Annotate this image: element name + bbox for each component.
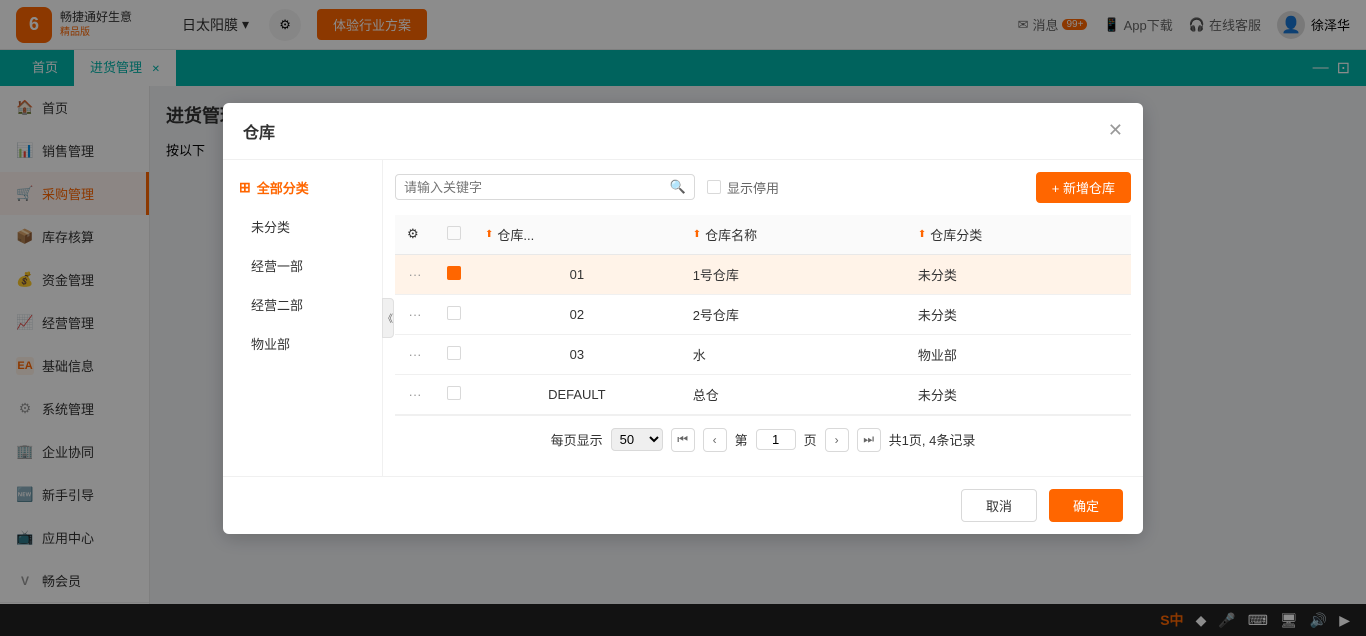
first-page-button[interactable]: ⏮: [671, 428, 695, 452]
row-category-cell: 未分类: [906, 294, 1131, 334]
cancel-button[interactable]: 取消: [961, 489, 1037, 522]
page-input[interactable]: [756, 429, 796, 450]
show-disabled-checkbox[interactable]: [707, 180, 721, 194]
search-input[interactable]: [404, 180, 670, 195]
table-panel: 🔍 显示停用 + 新增仓库 ⚙: [383, 160, 1143, 476]
table-row[interactable]: ··· 02 2号仓库 未分类: [395, 294, 1131, 334]
modal-title: 仓库: [243, 119, 275, 143]
row-name-cell: 总仓: [681, 374, 906, 414]
warehouse-table: ⚙ ⬆ 仓库...: [395, 215, 1131, 415]
table-row[interactable]: ··· DEFAULT 总仓 未分类: [395, 374, 1131, 414]
row-code-cell: DEFAULT: [473, 374, 681, 414]
warehouse-modal: 仓库 ✕ ⊞ 全部分类 未分类 经营一部 经营二部: [223, 103, 1143, 534]
row-actions-cell: ···: [395, 254, 435, 294]
col-code-header[interactable]: ⬆ 仓库...: [473, 215, 681, 255]
category-dept2[interactable]: 经营二部: [223, 285, 382, 324]
per-page-select[interactable]: 50 20 100: [611, 428, 663, 451]
add-warehouse-button[interactable]: + 新增仓库: [1036, 172, 1131, 203]
search-icon[interactable]: 🔍: [670, 179, 686, 195]
row-actions-cell: ···: [395, 334, 435, 374]
col-category-header[interactable]: ⬆ 仓库分类: [906, 215, 1131, 255]
category-dept1[interactable]: 经营一部: [223, 246, 382, 285]
row-name-cell: 1号仓库: [681, 254, 906, 294]
row-action-icon[interactable]: ···: [409, 347, 422, 362]
prev-page-button[interactable]: ‹: [703, 428, 727, 452]
confirm-button[interactable]: 确定: [1049, 489, 1123, 522]
category-collapse-button[interactable]: 《: [382, 298, 394, 338]
row-code-cell: 02: [473, 294, 681, 334]
row-checkbox[interactable]: [447, 346, 461, 360]
category-all[interactable]: ⊞ 全部分类: [223, 168, 382, 207]
category-panel: ⊞ 全部分类 未分类 经营一部 经营二部 物业部 《: [223, 160, 383, 476]
row-category-cell: 物业部: [906, 334, 1131, 374]
row-action-icon[interactable]: ···: [409, 387, 422, 402]
col-gear-header: ⚙: [395, 215, 435, 255]
row-checkbox[interactable]: [447, 266, 461, 280]
per-page-select-wrapper: 50 20 100: [611, 428, 663, 451]
grid-icon: ⊞: [239, 179, 251, 196]
row-action-icon[interactable]: ···: [409, 307, 422, 322]
row-category-cell: 未分类: [906, 254, 1131, 294]
row-checkbox-cell: [435, 294, 473, 334]
sort-cat-icon: ⬆: [918, 229, 926, 240]
search-box: 🔍: [395, 174, 695, 200]
row-category-cell: 未分类: [906, 374, 1131, 414]
gear-header-icon[interactable]: ⚙: [407, 226, 419, 241]
table-header-row: ⚙ ⬆ 仓库...: [395, 215, 1131, 255]
row-name-cell: 水: [681, 334, 906, 374]
col-name-header[interactable]: ⬆ 仓库名称: [681, 215, 906, 255]
table-toolbar: 🔍 显示停用 + 新增仓库: [395, 172, 1131, 203]
row-checkbox[interactable]: [447, 306, 461, 320]
modal-body: ⊞ 全部分类 未分类 经营一部 经营二部 物业部 《: [223, 160, 1143, 476]
row-checkbox-cell: [435, 334, 473, 374]
sort-icon: ⬆: [485, 229, 493, 240]
row-code-cell: 01: [473, 254, 681, 294]
modal-header: 仓库 ✕: [223, 103, 1143, 160]
row-checkbox-cell: [435, 374, 473, 414]
row-actions-cell: ···: [395, 294, 435, 334]
category-property[interactable]: 物业部: [223, 324, 382, 363]
row-code-cell: 03: [473, 334, 681, 374]
row-checkbox-cell: [435, 254, 473, 294]
modal-close-button[interactable]: ✕: [1108, 120, 1123, 141]
col-checkbox-header: [435, 215, 473, 255]
row-name-cell: 2号仓库: [681, 294, 906, 334]
last-page-button[interactable]: ⏭: [857, 428, 881, 452]
table-row[interactable]: ··· 01 1号仓库 未分类: [395, 254, 1131, 294]
next-page-button[interactable]: ›: [825, 428, 849, 452]
category-unclassified[interactable]: 未分类: [223, 207, 382, 246]
pagination: 每页显示 50 20 100 ⏮ ‹ 第 页 › ⏭ 共1: [395, 415, 1131, 464]
modal-footer: 取消 确定: [223, 476, 1143, 534]
row-checkbox[interactable]: [447, 386, 461, 400]
select-all-checkbox[interactable]: [447, 226, 461, 240]
modal-overlay: 仓库 ✕ ⊞ 全部分类 未分类 经营一部 经营二部: [0, 0, 1366, 636]
row-actions-cell: ···: [395, 374, 435, 414]
sort-name-icon: ⬆: [693, 229, 701, 240]
table-row[interactable]: ··· 03 水 物业部: [395, 334, 1131, 374]
show-disabled-checkbox-label[interactable]: 显示停用: [707, 178, 779, 197]
row-action-icon[interactable]: ···: [409, 267, 422, 282]
